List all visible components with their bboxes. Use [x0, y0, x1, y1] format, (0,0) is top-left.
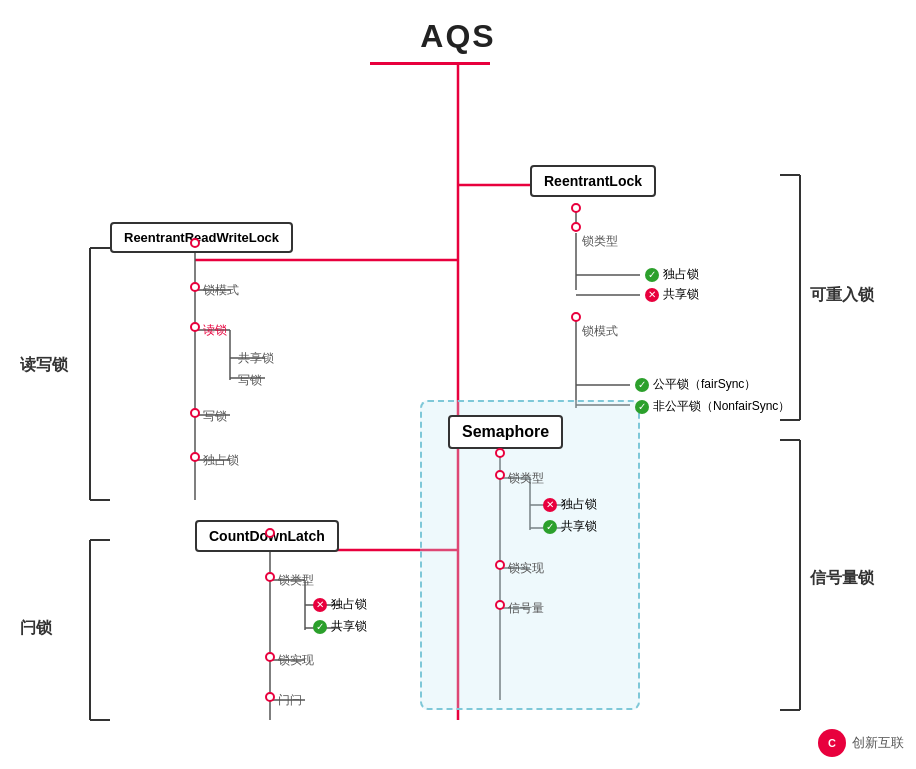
connector-rl-lockmode [571, 312, 581, 322]
check-icon-rl-fair: ✓ [635, 378, 649, 392]
sem-lockimpl-label: 锁实现 [508, 560, 544, 577]
connector-rrw-mode [190, 282, 200, 292]
connector-rrw-top [190, 238, 200, 248]
check-icon-sem-shared: ✓ [543, 520, 557, 534]
rl-locktype-label: 锁类型 [582, 233, 618, 250]
cdl-locktype-label: 锁类型 [278, 572, 314, 589]
rrw-readlock-label: 读锁 [203, 322, 227, 339]
connector-cdl-type [265, 572, 275, 582]
rrw-lockmode-label: 锁模式 [203, 282, 239, 299]
aqs-title: AQS [420, 18, 495, 55]
sem-exclusive: ✕ 独占锁 [543, 496, 597, 513]
rrw-exclusive-label: 独占锁 [203, 452, 239, 469]
watermark: C 创新互联 [818, 729, 904, 757]
svg-text:C: C [828, 737, 836, 749]
connector-sem-item [495, 600, 505, 610]
x-icon-cdl-exclusive: ✕ [313, 598, 327, 612]
reentrant-lock-box: ReentrantLock [530, 165, 656, 197]
watermark-text: 创新互联 [852, 734, 904, 752]
connector-sem-impl [495, 560, 505, 570]
rl-exclusive: ✓ 独占锁 [645, 266, 699, 283]
rl-shared: ✕ 共享锁 [645, 286, 699, 303]
connector-cdl-impl [265, 652, 275, 662]
x-icon-rl-shared: ✕ [645, 288, 659, 302]
rrw-writelock2-label: 写锁 [203, 408, 227, 425]
connector-cdl-top [265, 528, 275, 538]
cdl-exclusive: ✕ 独占锁 [313, 596, 367, 613]
reentrant-rw-lock-box: ReentrantReadWriteLock [110, 222, 293, 253]
connector-rrw-exclusive [190, 452, 200, 462]
connector-sem-type [495, 470, 505, 480]
x-icon-sem-exclusive: ✕ [543, 498, 557, 512]
sem-shared: ✓ 共享锁 [543, 518, 597, 535]
watermark-icon: C [818, 729, 846, 757]
cdl-lockimpl-label: 锁实现 [278, 652, 314, 669]
rrw-writelock-label: 写锁 [238, 372, 262, 389]
section-readwrite-lock: 读写锁 [20, 355, 68, 376]
connector-sem-top [495, 448, 505, 458]
aqs-underline [370, 62, 490, 65]
check-icon-rl-exclusive: ✓ [645, 268, 659, 282]
section-semaphore-lock: 信号量锁 [810, 568, 874, 589]
cdl-shared: ✓ 共享锁 [313, 618, 367, 635]
rl-lockmode-label: 锁模式 [582, 323, 618, 340]
connector-rl-locktype [571, 222, 581, 232]
connector-rrw-read [190, 322, 200, 332]
connector-rrw-write [190, 408, 200, 418]
check-icon-cdl-shared: ✓ [313, 620, 327, 634]
connector-rl-top [571, 203, 581, 213]
section-reentrant-lock: 可重入锁 [810, 285, 874, 306]
rrw-sharedlock-label: 共享锁 [238, 350, 274, 367]
sem-locktype-label: 锁类型 [508, 470, 544, 487]
rl-nonfair: ✓ 非公平锁（NonfairSync） [635, 398, 790, 415]
diagram-container: AQS ReentrantLock ReentrantReadWriteLock… [0, 0, 916, 769]
semaphore-box: Semaphore [448, 415, 563, 449]
cdl-gate-label: 门闩 [278, 692, 302, 709]
sem-item-label: 信号量 [508, 600, 544, 617]
check-icon-rl-nonfair: ✓ [635, 400, 649, 414]
connector-cdl-gate [265, 692, 275, 702]
rl-fair: ✓ 公平锁（fairSync） [635, 376, 756, 393]
section-latch: 闩锁 [20, 618, 52, 639]
